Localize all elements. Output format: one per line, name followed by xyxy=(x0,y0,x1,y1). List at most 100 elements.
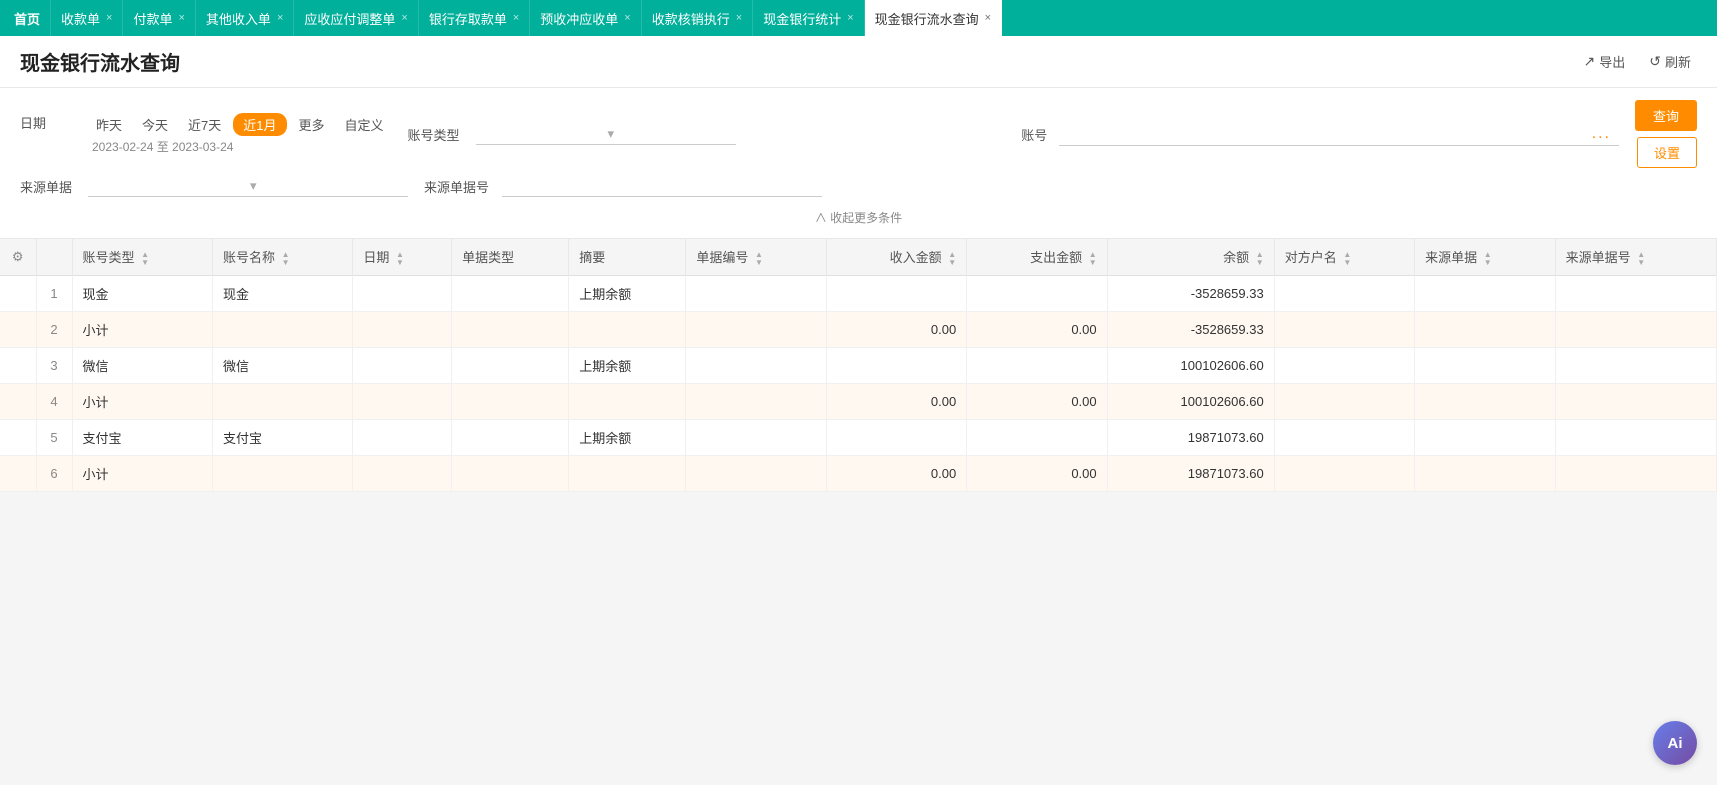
col-expense[interactable]: 支出金额 ▲▼ xyxy=(967,239,1107,275)
row-source-doc-cell xyxy=(1415,383,1555,419)
row-account-name-cell xyxy=(212,311,352,347)
source-doc-no-label: 来源单据号 xyxy=(424,177,494,196)
row-income-cell xyxy=(826,275,966,311)
account-type-label: 账号类型 xyxy=(408,125,468,144)
close-icon[interactable]: × xyxy=(401,12,407,24)
settings-button[interactable]: 设置 xyxy=(1637,137,1697,168)
row-source-doc-cell xyxy=(1415,347,1555,383)
export-icon: ↗ xyxy=(1584,53,1596,70)
row-settings-cell xyxy=(0,347,36,383)
col-source-doc-no[interactable]: 来源单据号 ▲▼ xyxy=(1555,239,1716,275)
row-counterparty-cell xyxy=(1274,419,1414,455)
row-account-name-cell: 现金 xyxy=(212,275,352,311)
col-date[interactable]: 日期 ▲▼ xyxy=(353,239,452,275)
row-account-name-cell: 支付宝 xyxy=(212,419,352,455)
row-settings-cell xyxy=(0,275,36,311)
row-num-cell: 1 xyxy=(36,275,72,311)
row-summary-cell: 上期余额 xyxy=(569,419,686,455)
row-balance-cell: -3528659.33 xyxy=(1107,275,1274,311)
row-source-doc-no-cell xyxy=(1555,383,1716,419)
date-opt-custom[interactable]: 自定义 xyxy=(337,113,392,136)
nav-item-tongji[interactable]: 现金银行统计 × xyxy=(753,0,864,36)
close-icon[interactable]: × xyxy=(513,12,519,24)
col-doc-type: 单据类型 xyxy=(452,239,569,275)
table-row: 5支付宝支付宝上期余额19871073.60 xyxy=(0,419,1717,455)
date-opt-1month[interactable]: 近1月 xyxy=(233,113,286,136)
col-doc-no[interactable]: 单据编号 ▲▼ xyxy=(686,239,826,275)
row-income-cell xyxy=(826,347,966,383)
ai-assistant-button[interactable]: Ai xyxy=(1653,721,1697,765)
header-actions: ↗ 导出 ↺ 刷新 xyxy=(1578,48,1698,75)
col-source-doc[interactable]: 来源单据 ▲▼ xyxy=(1415,239,1555,275)
nav-item-qitashouru[interactable]: 其他收入单 × xyxy=(196,0,294,36)
date-options-row: 昨天 今天 近7天 近1月 更多 自定义 xyxy=(88,113,392,136)
row-source-doc-no-cell xyxy=(1555,275,1716,311)
nav-item-yinhangcunqu[interactable]: 银行存取款单 × xyxy=(419,0,530,36)
date-opt-7days[interactable]: 近7天 xyxy=(180,113,229,136)
collapse-bar[interactable]: ∧ 收起更多条件 xyxy=(20,205,1697,230)
sort-icon: ▲▼ xyxy=(282,251,290,267)
filter-row-2: 来源单据 ▾ 来源单据号 xyxy=(20,176,1697,197)
account-label: 账号 xyxy=(1021,125,1051,144)
date-opt-yesterday[interactable]: 昨天 xyxy=(88,113,130,136)
row-account-type-cell: 支付宝 xyxy=(72,419,212,455)
row-date-cell xyxy=(353,419,452,455)
close-icon[interactable]: × xyxy=(178,12,184,24)
nav-home[interactable]: 首页 xyxy=(4,0,51,36)
source-doc-no-input[interactable] xyxy=(502,177,822,197)
refresh-button[interactable]: ↺ 刷新 xyxy=(1643,48,1697,75)
query-button[interactable]: 查询 xyxy=(1635,100,1697,131)
nav-item-shoukuandan[interactable]: 收款单 × xyxy=(51,0,123,36)
date-opt-today[interactable]: 今天 xyxy=(134,113,176,136)
collapse-label: 收起更多条件 xyxy=(830,211,902,225)
top-navigation: 首页 收款单 × 付款单 × 其他收入单 × 应收应付调整单 × 银行存取款单 … xyxy=(0,0,1717,36)
col-balance[interactable]: 余额 ▲▼ xyxy=(1107,239,1274,275)
date-opt-more[interactable]: 更多 xyxy=(291,113,333,136)
close-icon[interactable]: × xyxy=(624,12,630,24)
sort-icon: ▲▼ xyxy=(755,251,763,267)
row-counterparty-cell xyxy=(1274,455,1414,491)
refresh-icon: ↺ xyxy=(1649,53,1661,70)
account-type-select[interactable]: ▾ xyxy=(476,124,736,145)
nav-item-yushoudan[interactable]: 预收冲应收单 × xyxy=(530,0,641,36)
col-account-type[interactable]: 账号类型 ▲▼ xyxy=(72,239,212,275)
action-buttons: 查询 设置 xyxy=(1635,100,1697,168)
nav-item-yingshoutiaozheng[interactable]: 应收应付调整单 × xyxy=(294,0,418,36)
col-summary: 摘要 xyxy=(569,239,686,275)
row-date-cell xyxy=(353,455,452,491)
col-settings[interactable]: ⚙ xyxy=(0,239,36,275)
row-account-type-cell: 小计 xyxy=(72,455,212,491)
nav-item-fukuandan[interactable]: 付款单 × xyxy=(123,0,195,36)
col-income[interactable]: 收入金额 ▲▼ xyxy=(826,239,966,275)
row-expense-cell xyxy=(967,347,1107,383)
row-num-cell: 3 xyxy=(36,347,72,383)
row-doc-type-cell xyxy=(452,455,569,491)
close-icon[interactable]: × xyxy=(277,12,283,24)
close-icon[interactable]: × xyxy=(736,12,742,24)
close-icon[interactable]: × xyxy=(847,12,853,24)
export-button[interactable]: ↗ 导出 xyxy=(1578,48,1632,75)
row-doc-no-cell xyxy=(686,311,826,347)
row-date-cell xyxy=(353,347,452,383)
sort-icon: ▲▼ xyxy=(141,251,149,267)
row-num-cell: 2 xyxy=(36,311,72,347)
row-expense-cell: 0.00 xyxy=(967,311,1107,347)
row-num-cell: 4 xyxy=(36,383,72,419)
col-counterparty[interactable]: 对方户名 ▲▼ xyxy=(1274,239,1414,275)
col-account-name[interactable]: 账号名称 ▲▼ xyxy=(212,239,352,275)
close-icon[interactable]: × xyxy=(106,12,112,24)
source-doc-select[interactable]: ▾ xyxy=(88,176,408,197)
row-source-doc-no-cell xyxy=(1555,347,1716,383)
row-doc-no-cell xyxy=(686,275,826,311)
nav-item-shoukuanzhixing[interactable]: 收款核销执行 × xyxy=(642,0,753,36)
account-ellipsis-btn[interactable]: ... xyxy=(1588,125,1615,143)
sort-icon: ▲▼ xyxy=(1637,251,1645,267)
page-header: 现金银行流水查询 ↗ 导出 ↺ 刷新 xyxy=(0,36,1717,88)
row-balance-cell: 19871073.60 xyxy=(1107,419,1274,455)
row-settings-cell xyxy=(0,419,36,455)
row-counterparty-cell xyxy=(1274,347,1414,383)
row-account-type-cell: 小计 xyxy=(72,311,212,347)
nav-item-liushui[interactable]: 现金银行流水查询 × xyxy=(865,0,1002,36)
row-income-cell: 0.00 xyxy=(826,455,966,491)
close-icon[interactable]: × xyxy=(985,12,991,24)
